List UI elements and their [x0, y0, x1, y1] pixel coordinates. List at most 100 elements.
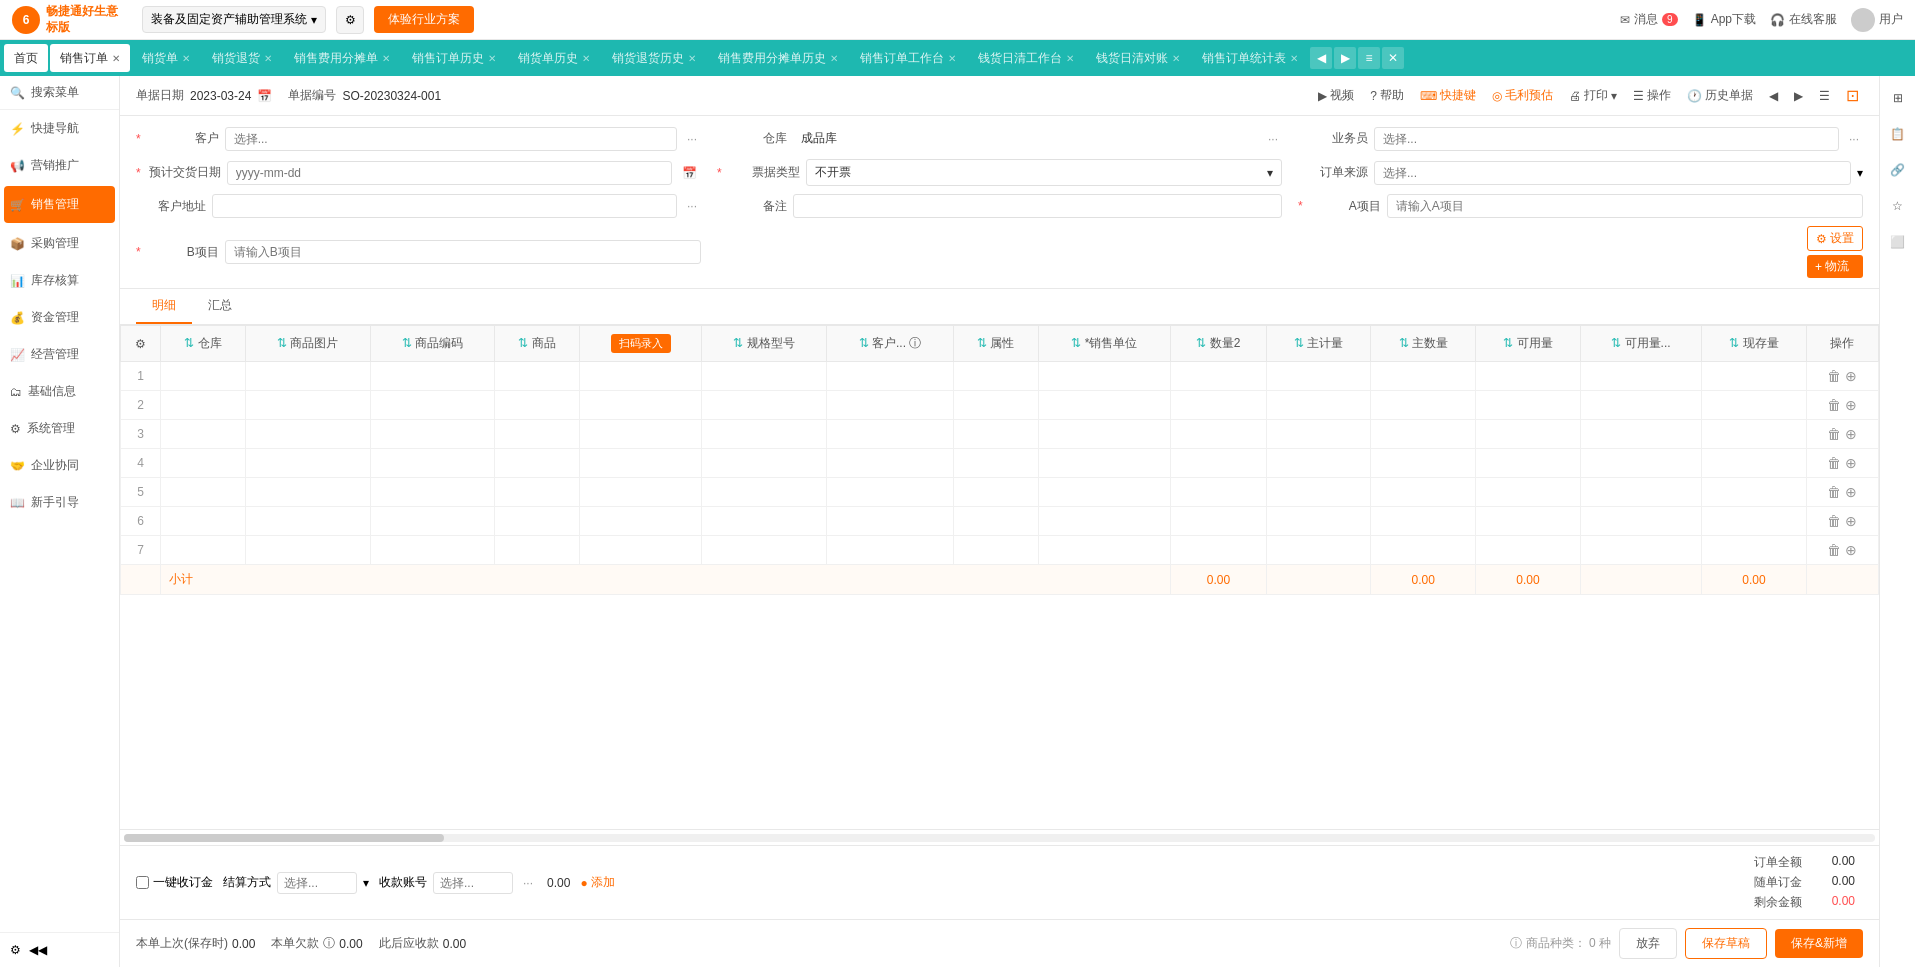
col-customer-code[interactable]: ⇅ 客户... ⓘ: [827, 326, 954, 362]
row-unit[interactable]: [1038, 391, 1171, 420]
row-qty2[interactable]: [1171, 362, 1267, 391]
row-attr[interactable]: [954, 449, 1038, 478]
tab-order-stats[interactable]: 销售订单统计表 ✕: [1192, 44, 1308, 72]
right-panel-barcode-button[interactable]: ⬜: [1884, 228, 1912, 256]
address-expand-icon[interactable]: ···: [683, 199, 701, 213]
row-code[interactable]: [370, 478, 495, 507]
row-attr[interactable]: [954, 391, 1038, 420]
save-new-button[interactable]: 保存&新增: [1775, 929, 1863, 958]
copy-icon[interactable]: ⊕: [1845, 368, 1857, 384]
salesperson-expand-icon[interactable]: ···: [1845, 132, 1863, 146]
row-available[interactable]: [1476, 362, 1581, 391]
row-spec[interactable]: [702, 420, 827, 449]
delete-icon[interactable]: 🗑: [1827, 426, 1841, 442]
sidebar-item-guide[interactable]: 📖 新手引导: [0, 484, 119, 521]
help-button[interactable]: ? 帮助: [1366, 85, 1408, 106]
row-customer-code[interactable]: [827, 362, 954, 391]
col-attr[interactable]: ⇅ 属性: [954, 326, 1038, 362]
add-goods-button[interactable]: +物流: [1807, 255, 1863, 278]
tab-close-icon[interactable]: ✕: [948, 53, 956, 64]
row-available[interactable]: [1476, 391, 1581, 420]
sidebar-item-inventory[interactable]: 📊 库存核算: [0, 262, 119, 299]
row-main-unit[interactable]: [1266, 478, 1371, 507]
tab-home[interactable]: 首页: [4, 44, 48, 72]
sidebar-item-basic[interactable]: 🗂 基础信息: [0, 373, 119, 410]
row-spec[interactable]: [702, 362, 827, 391]
right-panel-chart-button[interactable]: 📋: [1884, 120, 1912, 148]
row-code[interactable]: [370, 536, 495, 565]
tab-close-icon[interactable]: ✕: [112, 53, 120, 64]
order-source-input[interactable]: [1374, 161, 1851, 185]
add-payment-button[interactable]: ● 添加: [580, 874, 614, 891]
row-customer-code[interactable]: [827, 449, 954, 478]
message-button[interactable]: ✉ 消息 9: [1620, 11, 1678, 28]
copy-icon[interactable]: ⊕: [1845, 542, 1857, 558]
row-image[interactable]: [245, 536, 370, 565]
invoice-select[interactable]: 不开票 ▾: [806, 159, 1282, 186]
tab-close-icon[interactable]: ✕: [830, 53, 838, 64]
row-main-qty[interactable]: [1371, 420, 1476, 449]
scroll-thumb[interactable]: [124, 834, 444, 842]
row-available2[interactable]: [1580, 362, 1701, 391]
copy-icon[interactable]: ⊕: [1845, 484, 1857, 500]
tab-return[interactable]: 销货退货 ✕: [202, 44, 282, 72]
delete-icon[interactable]: 🗑: [1827, 455, 1841, 471]
row-image[interactable]: [245, 420, 370, 449]
tab-close-icon[interactable]: ✕: [1066, 53, 1074, 64]
row-unit[interactable]: [1038, 507, 1171, 536]
address-input[interactable]: [212, 194, 677, 218]
row-warehouse[interactable]: [161, 420, 245, 449]
user-menu[interactable]: 用户: [1851, 8, 1903, 32]
row-available[interactable]: [1476, 449, 1581, 478]
col-available[interactable]: ⇅ 可用量: [1476, 326, 1581, 362]
row-customer-code[interactable]: [827, 507, 954, 536]
row-name[interactable]: [495, 420, 579, 449]
row-customer-code[interactable]: [827, 391, 954, 420]
right-panel-grid-button[interactable]: ⊞: [1884, 84, 1912, 112]
operation-button[interactable]: ☰ 操作: [1629, 85, 1675, 106]
row-stock[interactable]: [1702, 362, 1807, 391]
prev-page-button[interactable]: ◀: [1765, 87, 1782, 105]
sidebar-item-purchase[interactable]: 📦 采购管理: [0, 225, 119, 262]
row-main-unit[interactable]: [1266, 536, 1371, 565]
settings-shortcut-button[interactable]: ⚙设置: [1807, 226, 1863, 251]
row-spec[interactable]: [702, 478, 827, 507]
sidebar-item-management[interactable]: 📈 经营管理: [0, 336, 119, 373]
row-image[interactable]: [245, 362, 370, 391]
save-draft-button[interactable]: 保存草稿: [1685, 928, 1767, 959]
delete-icon[interactable]: 🗑: [1827, 513, 1841, 529]
sidebar-item-sales[interactable]: 🛒 销售管理: [4, 186, 115, 223]
col-stock[interactable]: ⇅ 现存量: [1702, 326, 1807, 362]
discard-button[interactable]: 放弃: [1619, 928, 1677, 959]
right-panel-link-button[interactable]: 🔗: [1884, 156, 1912, 184]
expand-button[interactable]: ⊡: [1842, 84, 1863, 107]
sidebar-item-marketing[interactable]: 📢 营销推广: [0, 147, 119, 184]
row-warehouse[interactable]: [161, 449, 245, 478]
tab-close-icon[interactable]: ✕: [264, 53, 272, 64]
row-stock[interactable]: [1702, 536, 1807, 565]
a-project-input[interactable]: [1387, 194, 1863, 218]
col-scan[interactable]: 扫码录入: [579, 326, 702, 362]
row-code[interactable]: [370, 391, 495, 420]
row-warehouse[interactable]: [161, 507, 245, 536]
video-button[interactable]: ▶ 视频: [1314, 85, 1358, 106]
settings-button[interactable]: ⚙: [336, 6, 364, 34]
scan-button[interactable]: 扫码录入: [611, 334, 671, 353]
row-attr[interactable]: [954, 362, 1038, 391]
row-spec[interactable]: [702, 536, 827, 565]
delete-icon[interactable]: 🗑: [1827, 368, 1841, 384]
row-image[interactable]: [245, 391, 370, 420]
calendar-icon[interactable]: 📅: [678, 166, 701, 180]
row-attr[interactable]: [954, 420, 1038, 449]
row-main-unit[interactable]: [1266, 507, 1371, 536]
col-name[interactable]: ⇅ 商品: [495, 326, 579, 362]
row-name[interactable]: [495, 362, 579, 391]
row-spec[interactable]: [702, 391, 827, 420]
row-available2[interactable]: [1580, 478, 1701, 507]
b-project-input[interactable]: [225, 240, 701, 264]
sidebar-item-search[interactable]: 🔍 搜索菜单: [0, 76, 119, 110]
col-warehouse[interactable]: ⇅ 仓库: [161, 326, 245, 362]
list-view-button[interactable]: ☰: [1815, 87, 1834, 105]
industry-button[interactable]: 体验行业方案: [374, 6, 474, 33]
sidebar-item-collab[interactable]: 🤝 企业协同: [0, 447, 119, 484]
